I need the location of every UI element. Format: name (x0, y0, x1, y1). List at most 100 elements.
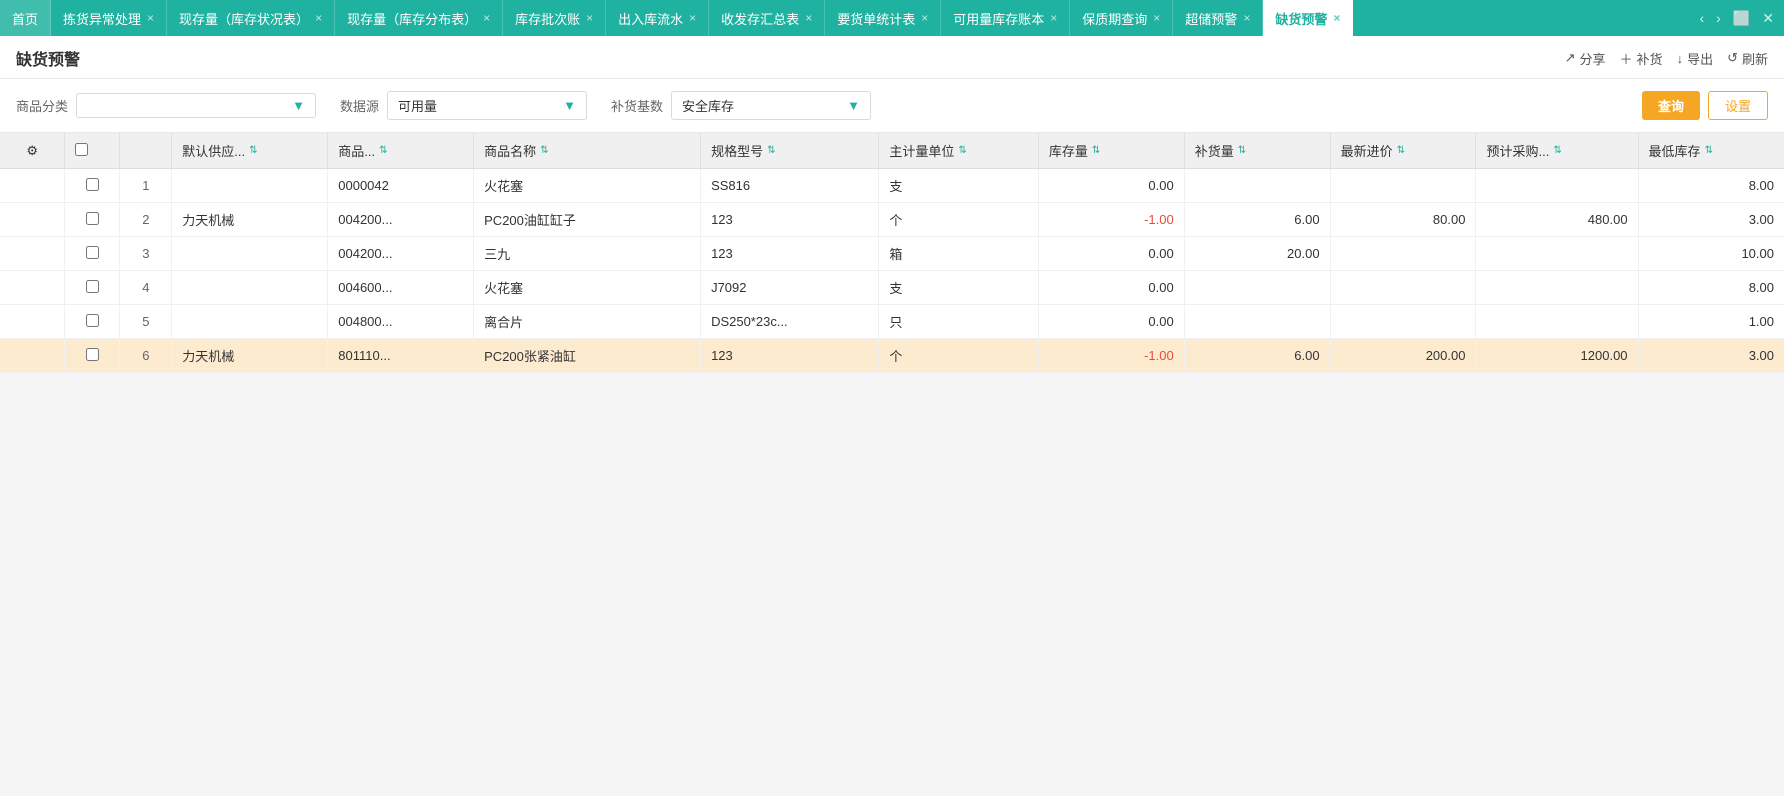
th-product-name[interactable]: 商品名称 ⇅ (474, 133, 701, 169)
cell-name-4: 火花塞 (474, 271, 701, 305)
filter-restock-base-group: 补货基数 安全库存 ▼ (611, 91, 871, 120)
th-restock-qty[interactable]: 补货量 ⇅ (1184, 133, 1330, 169)
cell-unit-4: 支 (879, 271, 1039, 305)
cell-code-4: 004600... (328, 271, 474, 305)
tab-maximize[interactable]: ⬜ (1727, 10, 1756, 27)
th-latest-price[interactable]: 最新进价 ⇅ (1330, 133, 1476, 169)
th-min-stock[interactable]: 最低库存 ⇅ (1638, 133, 1784, 169)
cell-checkbox-3[interactable] (65, 237, 120, 271)
tab-inout-flow[interactable]: 出入库流水 × (606, 0, 709, 36)
cell-spec-3: 123 (701, 237, 879, 271)
action-restock[interactable]: ＋ 补货 (1620, 49, 1663, 68)
cell-code-2: 004200... (328, 203, 474, 237)
cell-name-1: 火花塞 (474, 169, 701, 203)
tab-available-ledger[interactable]: 可用量库存账本 × (941, 0, 1070, 36)
cell-gear-4 (0, 271, 65, 305)
header-actions: ↗ 分享 ＋ 补货 ↓ 导出 ↺ 刷新 (1565, 49, 1768, 68)
table-row[interactable]: 1 0000042 火花塞 SS816 支 0.00 8.00 (0, 169, 1784, 203)
cell-checkbox-5[interactable] (65, 305, 120, 339)
table-row[interactable]: 5 004800... 离合片 DS250*23c... 只 0.00 1.00 (0, 305, 1784, 339)
tab-batch-account[interactable]: 库存批次账 × (503, 0, 606, 36)
sort-icon-min-stock: ⇅ (1705, 145, 1713, 156)
cell-estimated-6: 1200.00 (1476, 339, 1638, 373)
tab-home[interactable]: 首页 (0, 0, 51, 36)
cell-unit-5: 只 (879, 305, 1039, 339)
settings-button[interactable]: 设置 (1708, 91, 1768, 120)
th-unit[interactable]: 主计量单位 ⇅ (879, 133, 1039, 169)
tab-close-all[interactable]: ✕ (1756, 10, 1780, 27)
tab-close-available-ledger[interactable]: × (1050, 11, 1057, 25)
tab-close-expiry-query[interactable]: × (1153, 11, 1160, 25)
table-row[interactable]: 2 力天机械 004200... PC200油缸缸子 123 个 -1.00 6… (0, 203, 1784, 237)
cell-gear-2 (0, 203, 65, 237)
cell-spec-4: J7092 (701, 271, 879, 305)
action-share[interactable]: ↗ 分享 (1565, 49, 1606, 68)
tab-overstock[interactable]: 超储预警 × (1173, 0, 1263, 36)
cell-restock-3: 20.00 (1184, 237, 1330, 271)
row-checkbox-2[interactable] (86, 212, 99, 225)
cell-checkbox-4[interactable] (65, 271, 120, 305)
tab-close-abnormal[interactable]: × (147, 11, 154, 25)
cell-restock-1 (1184, 169, 1330, 203)
cell-spec-1: SS816 (701, 169, 879, 203)
cell-supplier-5 (172, 305, 328, 339)
table-row[interactable]: 6 力天机械 801110... PC200张紧油缸 123 个 -1.00 6… (0, 339, 1784, 373)
row-checkbox-5[interactable] (86, 314, 99, 327)
tab-close-collect-summary[interactable]: × (805, 11, 812, 25)
tab-expiry-query[interactable]: 保质期查询 × (1070, 0, 1173, 36)
cell-checkbox-6[interactable] (65, 339, 120, 373)
row-checkbox-3[interactable] (86, 246, 99, 259)
tab-order-stats[interactable]: 要货单统计表 × (825, 0, 941, 36)
tab-close-shortage[interactable]: × (1333, 11, 1340, 25)
th-latest-price-label: 最新进价 (1341, 141, 1393, 160)
tab-scroll-right[interactable]: › (1710, 10, 1727, 26)
tab-inventory-dist[interactable]: 现存量（库存分布表） × (335, 0, 503, 36)
th-unit-label: 主计量单位 (889, 141, 954, 160)
cell-stock-3: 0.00 (1038, 237, 1184, 271)
cell-row-num-1: 1 (120, 169, 172, 203)
tab-close-batch-account[interactable]: × (586, 11, 593, 25)
table-header-row: ⚙ 默认供应... ⇅ 商品.. (0, 133, 1784, 169)
th-default-supplier[interactable]: 默认供应... ⇅ (172, 133, 328, 169)
filter-datasource-group: 数据源 可用量 ▼ (340, 91, 587, 120)
filter-restock-base-select[interactable]: 安全库存 ▼ (671, 91, 871, 120)
th-product-code[interactable]: 商品... ⇅ (328, 133, 474, 169)
tab-close-overstock[interactable]: × (1243, 11, 1250, 25)
th-spec[interactable]: 规格型号 ⇅ (701, 133, 879, 169)
table-container: ⚙ 默认供应... ⇅ 商品.. (0, 133, 1784, 373)
cell-name-3: 三九 (474, 237, 701, 271)
tab-close-inventory-status[interactable]: × (315, 11, 322, 25)
tab-shortage[interactable]: 缺货预警 × (1263, 0, 1353, 36)
th-estimated-purchase[interactable]: 预计采购... ⇅ (1476, 133, 1638, 169)
tab-inventory-status[interactable]: 现存量（库存状况表） × (167, 0, 335, 36)
tab-abnormal[interactable]: 拣货异常处理 × (51, 0, 167, 36)
row-checkbox-6[interactable] (86, 348, 99, 361)
table-row[interactable]: 3 004200... 三九 123 箱 0.00 20.00 10.00 (0, 237, 1784, 271)
cell-restock-5 (1184, 305, 1330, 339)
cell-estimated-5 (1476, 305, 1638, 339)
query-button[interactable]: 查询 (1642, 91, 1700, 120)
cell-checkbox-1[interactable] (65, 169, 120, 203)
th-gear[interactable]: ⚙ (0, 133, 65, 169)
row-checkbox-1[interactable] (86, 178, 99, 191)
cell-stock-2: -1.00 (1038, 203, 1184, 237)
tab-close-order-stats[interactable]: × (921, 11, 928, 25)
cell-row-num-5: 5 (120, 305, 172, 339)
cell-checkbox-2[interactable] (65, 203, 120, 237)
cell-row-num-2: 2 (120, 203, 172, 237)
th-stock[interactable]: 库存量 ⇅ (1038, 133, 1184, 169)
filter-datasource-select[interactable]: 可用量 ▼ (387, 91, 587, 120)
tab-close-inout-flow[interactable]: × (689, 11, 696, 25)
action-export[interactable]: ↓ 导出 (1677, 49, 1714, 68)
cell-code-6: 801110... (328, 339, 474, 373)
select-all-checkbox[interactable] (75, 143, 88, 156)
tab-close-inventory-dist[interactable]: × (483, 11, 490, 25)
filter-category-select[interactable]: ▼ (76, 93, 316, 118)
row-checkbox-4[interactable] (86, 280, 99, 293)
table-row[interactable]: 4 004600... 火花塞 J7092 支 0.00 8.00 (0, 271, 1784, 305)
tab-collect-summary[interactable]: 收发存汇总表 × (709, 0, 825, 36)
cell-restock-6: 6.00 (1184, 339, 1330, 373)
cell-supplier-6: 力天机械 (172, 339, 328, 373)
tab-scroll-left[interactable]: ‹ (1693, 10, 1710, 26)
action-refresh[interactable]: ↺ 刷新 (1727, 49, 1768, 68)
